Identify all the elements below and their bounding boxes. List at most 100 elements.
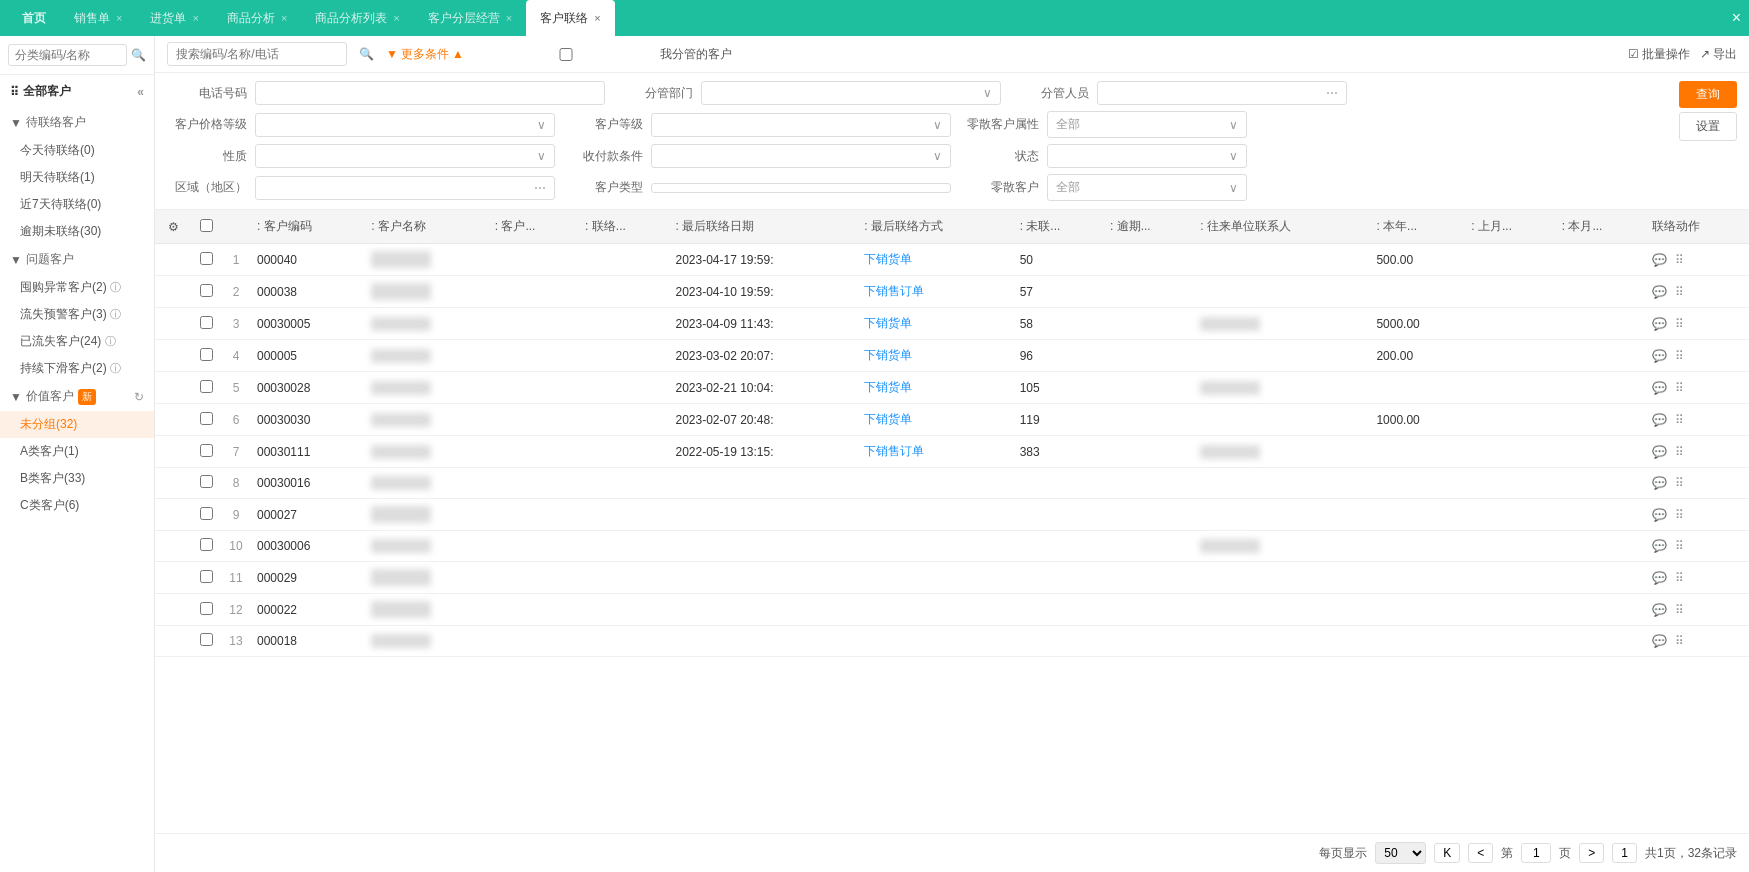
row-last-contact-method[interactable] [858,594,1013,626]
overdue-col-header[interactable]: : 逾期... [1104,210,1194,244]
row-checkbox[interactable] [200,284,213,297]
more-action-icon[interactable]: ⠿ [1675,381,1684,395]
more-action-icon[interactable]: ⠿ [1675,413,1684,427]
next-page-btn[interactable]: > [1579,843,1604,863]
row-checkbox[interactable] [200,570,213,583]
window-close-button[interactable]: × [1732,9,1741,27]
more-action-icon[interactable]: ⠿ [1675,571,1684,585]
row-last-contact-method[interactable]: 下销货单 [858,244,1013,276]
tab-analysis[interactable]: 商品分析 × [213,0,301,36]
tab-customer-contact[interactable]: 客户联络 × [526,0,614,36]
chat-action-icon[interactable]: 💬 [1652,317,1667,331]
value-refresh-icon[interactable]: ↻ [134,390,144,404]
row-checkbox[interactable] [200,538,213,551]
price-level-select[interactable]: ∨ [255,113,555,137]
type-col-header[interactable]: : 客户... [489,210,579,244]
phone-input[interactable] [255,81,605,105]
last-contact-method-col-header[interactable]: : 最后联络方式 [858,210,1013,244]
first-page-btn[interactable]: K [1434,843,1460,863]
this-year-col-header[interactable]: : 本年... [1370,210,1465,244]
tab-sales[interactable]: 销售单 × [60,0,136,36]
row-checkbox-cell[interactable] [191,308,221,340]
category-search-input[interactable] [8,44,127,66]
row-checkbox-cell[interactable] [191,340,221,372]
chat-action-icon[interactable]: 💬 [1652,381,1667,395]
sidebar-item-class-c[interactable]: C类客户(6) [0,492,154,519]
row-checkbox[interactable] [200,633,213,646]
row-checkbox[interactable] [200,380,213,393]
sidebar-item-7days[interactable]: 近7天待联络(0) [0,191,154,218]
zero-customer-select[interactable]: 全部 ∨ [1047,174,1247,201]
sidebar-item-declining[interactable]: 持续下滑客户(2) ⓘ [0,355,154,382]
row-checkbox-cell[interactable] [191,626,221,657]
row-checkbox-cell[interactable] [191,562,221,594]
chat-action-icon[interactable]: 💬 [1652,445,1667,459]
chat-action-icon[interactable]: 💬 [1652,571,1667,585]
row-checkbox-cell[interactable] [191,436,221,468]
contact-method-link[interactable]: 下销售订单 [864,284,924,298]
contact-method-link[interactable]: 下销货单 [864,412,912,426]
chat-action-icon[interactable]: 💬 [1652,253,1667,267]
tab-analysis-list[interactable]: 商品分析列表 × [301,0,413,36]
more-action-icon[interactable]: ⠿ [1675,349,1684,363]
row-checkbox[interactable] [200,444,213,457]
chat-action-icon[interactable]: 💬 [1652,476,1667,490]
code-col-header[interactable]: : 客户编码 [251,210,365,244]
row-checkbox[interactable] [200,475,213,488]
this-month-col-header[interactable]: : 本月... [1556,210,1646,244]
no-contact-col-header[interactable]: : 未联... [1014,210,1104,244]
tab-customer-segment-close[interactable]: × [506,12,512,24]
sidebar-item-class-b[interactable]: B类客户(33) [0,465,154,492]
row-last-contact-method[interactable]: 下销货单 [858,372,1013,404]
sidebar-group-value[interactable]: ▼ 价值客户 新 ↻ [0,382,154,411]
tab-sales-close[interactable]: × [116,12,122,24]
more-action-icon[interactable]: ⠿ [1675,634,1684,648]
more-conditions-btn[interactable]: ▼ 更多条件 ▲ [386,46,464,63]
tab-purchase-close[interactable]: × [192,12,198,24]
more-action-icon[interactable]: ⠿ [1675,539,1684,553]
row-checkbox[interactable] [200,252,213,265]
row-checkbox[interactable] [200,316,213,329]
sidebar-item-churned[interactable]: 已流失客户(24) ⓘ [0,328,154,355]
row-last-contact-method[interactable]: 下销货单 [858,308,1013,340]
tab-analysis-close[interactable]: × [281,12,287,24]
all-customers-header[interactable]: ⠿ 全部客户 « [0,75,154,108]
last-contact-date-col-header[interactable]: : 最后联络日期 [669,210,858,244]
tab-customer-segment[interactable]: 客户分层经营 × [414,0,526,36]
row-checkbox-cell[interactable] [191,594,221,626]
chat-action-icon[interactable]: 💬 [1652,508,1667,522]
name-col-header[interactable]: : 客户名称 [365,210,488,244]
row-checkbox-cell[interactable] [191,372,221,404]
sidebar-group-pending[interactable]: ▼ 待联络客户 [0,108,154,137]
settings-icon[interactable]: ⚙ [168,220,179,234]
chat-action-icon[interactable]: 💬 [1652,413,1667,427]
manager-select[interactable]: ⋯ [1097,81,1347,105]
select-all-checkbox[interactable] [200,219,213,232]
query-button[interactable]: 查询 [1679,81,1737,108]
sidebar-item-ungrouped[interactable]: 未分组(32) [0,411,154,438]
tab-analysis-list-close[interactable]: × [393,12,399,24]
more-action-icon[interactable]: ⠿ [1675,445,1684,459]
row-last-contact-method[interactable]: 下销售订单 [858,436,1013,468]
tab-customer-contact-close[interactable]: × [594,12,600,24]
row-last-contact-method[interactable] [858,468,1013,499]
last-page-btn[interactable]: 1 [1612,843,1637,863]
more-action-icon[interactable]: ⠿ [1675,603,1684,617]
my-customers-checkbox[interactable] [476,48,656,61]
sidebar-item-churn-warning[interactable]: 流失预警客户(3) ⓘ [0,301,154,328]
row-checkbox-cell[interactable] [191,499,221,531]
prev-page-btn[interactable]: < [1468,843,1493,863]
export-btn[interactable]: ↗ 导出 [1700,46,1737,63]
row-last-contact-method[interactable]: 下销售订单 [858,276,1013,308]
row-last-contact-method[interactable] [858,531,1013,562]
more-action-icon[interactable]: ⠿ [1675,508,1684,522]
more-action-icon[interactable]: ⠿ [1675,285,1684,299]
sidebar-item-class-a[interactable]: A类客户(1) [0,438,154,465]
chat-action-icon[interactable]: 💬 [1652,603,1667,617]
sidebar-collapse-icon[interactable]: « [137,85,144,99]
sidebar-item-tomorrow[interactable]: 明天待联络(1) [0,164,154,191]
contact-method-link[interactable]: 下销货单 [864,252,912,266]
row-last-contact-method[interactable]: 下销货单 [858,404,1013,436]
reset-button[interactable]: 设置 [1679,112,1737,141]
zero-sales-attr-select[interactable]: 全部 ∨ [1047,111,1247,138]
